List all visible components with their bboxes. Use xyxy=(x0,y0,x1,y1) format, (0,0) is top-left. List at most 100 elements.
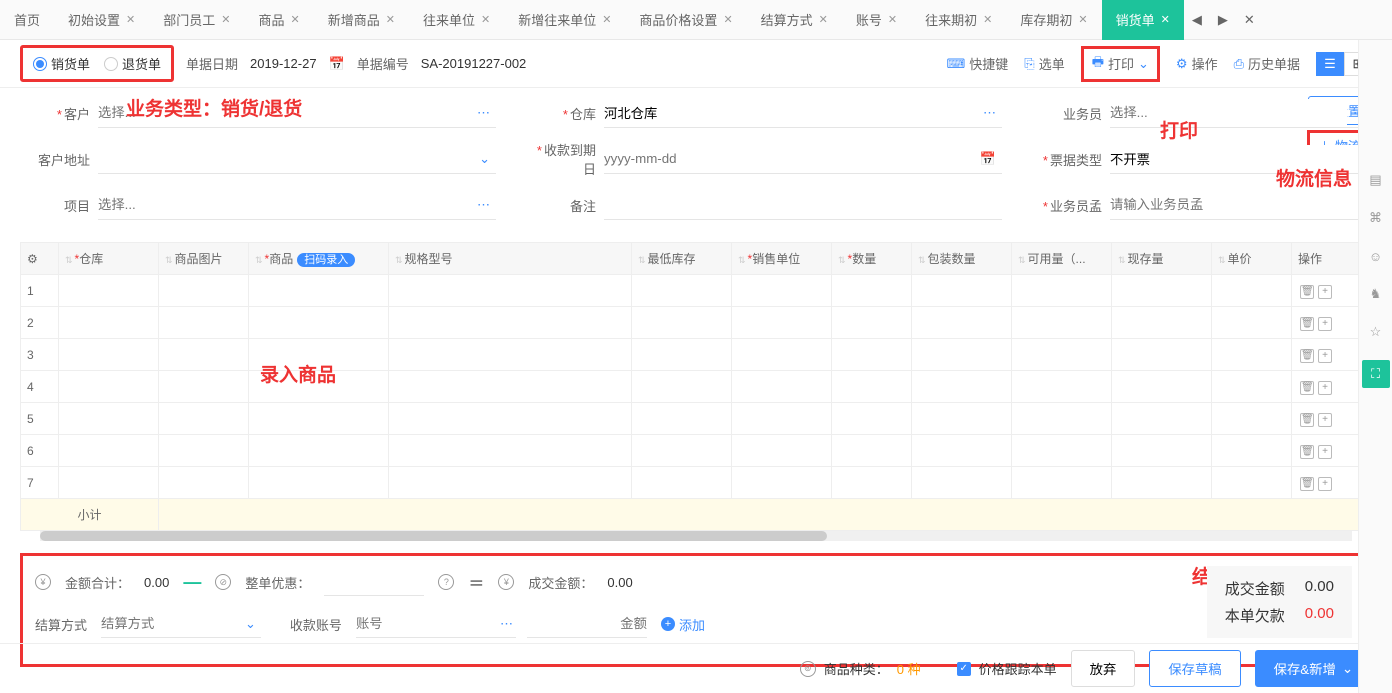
history-link[interactable]: ⎙历史单据 xyxy=(1234,54,1300,73)
tab-home[interactable]: 首页 xyxy=(0,0,54,40)
add-row-icon[interactable]: + xyxy=(1318,317,1332,331)
h-scrollbar[interactable] xyxy=(40,531,1352,541)
col-unit[interactable]: ⇅*销售单位 xyxy=(732,243,832,275)
delete-icon[interactable]: 🗑 xyxy=(1300,477,1314,491)
close-icon[interactable]: ✕ xyxy=(221,13,230,26)
more-icon[interactable]: ⋯ xyxy=(977,105,1002,121)
star-icon[interactable]: ☆ xyxy=(1366,322,1386,342)
close-icon[interactable]: ✕ xyxy=(723,13,732,26)
close-icon[interactable]: ✕ xyxy=(291,13,300,26)
checkbox-checked-icon[interactable]: ✓ xyxy=(957,662,971,676)
discount-input[interactable] xyxy=(324,568,424,596)
col-pack[interactable]: ⇅包装数量 xyxy=(912,243,1012,275)
link-icon[interactable]: ⌘ xyxy=(1366,208,1386,228)
delete-icon[interactable]: 🗑 xyxy=(1300,285,1314,299)
col-qty[interactable]: ⇅*数量 xyxy=(832,243,912,275)
tab-contactinit[interactable]: 往来期初✕ xyxy=(911,0,1006,40)
view-list-icon[interactable]: ☰ xyxy=(1316,52,1344,76)
quickkey-link[interactable]: ⌨快捷键 xyxy=(947,54,1009,73)
paydue-input[interactable] xyxy=(604,145,974,173)
addr-input[interactable] xyxy=(98,145,473,173)
tab-newcontact[interactable]: 新增往来单位✕ xyxy=(504,0,625,40)
radio-sale[interactable]: 销货单 xyxy=(33,54,90,73)
user-icon[interactable]: ☺ xyxy=(1366,246,1386,266)
expand-icon[interactable]: ⛶ xyxy=(1362,360,1390,388)
tab-dept[interactable]: 部门员工✕ xyxy=(149,0,244,40)
table-row[interactable]: 2🗑+ xyxy=(21,307,1372,339)
chevron-down-icon[interactable]: ⌄ xyxy=(473,151,496,167)
table-row[interactable]: 7🗑+ xyxy=(21,467,1372,499)
salesman-input[interactable] xyxy=(1110,99,1347,127)
close-icon[interactable]: ✕ xyxy=(819,13,828,26)
table-row[interactable]: 5🗑+ xyxy=(21,403,1372,435)
col-minstock[interactable]: ⇅最低库存 xyxy=(632,243,732,275)
add-row-icon[interactable]: + xyxy=(1318,445,1332,459)
tab-next-icon[interactable]: ▶ xyxy=(1210,12,1236,28)
delete-icon[interactable]: 🗑 xyxy=(1300,349,1314,363)
col-img[interactable]: ⇅商品图片 xyxy=(159,243,249,275)
tab-newgoods[interactable]: 新增商品✕ xyxy=(314,0,409,40)
operate-link[interactable]: ⚙操作 xyxy=(1176,54,1218,73)
close-icon[interactable]: ✕ xyxy=(386,13,395,26)
col-stock[interactable]: ⇅现存量 xyxy=(1112,243,1212,275)
add-row-icon[interactable]: + xyxy=(1318,349,1332,363)
delete-icon[interactable]: 🗑 xyxy=(1300,445,1314,459)
salesman-meng-input[interactable] xyxy=(1110,191,1372,219)
tab-goods[interactable]: 商品✕ xyxy=(244,0,313,40)
method-input[interactable] xyxy=(101,610,261,638)
robot-icon[interactable]: ♞ xyxy=(1366,284,1386,304)
tab-close-all-icon[interactable]: ✕ xyxy=(1236,12,1263,28)
radio-return[interactable]: 退货单 xyxy=(104,54,161,73)
select-bill-link[interactable]: ⎘选单 xyxy=(1024,54,1064,73)
add-line-button[interactable]: +添加 xyxy=(661,615,705,634)
add-row-icon[interactable]: + xyxy=(1318,477,1332,491)
close-icon[interactable]: ✕ xyxy=(126,13,135,26)
tab-price[interactable]: 商品价格设置✕ xyxy=(625,0,746,40)
col-gear[interactable]: ⚙ xyxy=(21,243,59,275)
col-warehouse[interactable]: ⇅*仓库 xyxy=(59,243,159,275)
col-spec[interactable]: ⇅规格型号 xyxy=(389,243,632,275)
tab-init[interactable]: 初始设置✕ xyxy=(54,0,149,40)
scan-button[interactable]: 扫码录入 xyxy=(297,253,355,267)
table-row[interactable]: 1🗑+ xyxy=(21,275,1372,307)
draft-button[interactable]: 保存草稿 xyxy=(1149,650,1240,687)
col-goods[interactable]: ⇅*商品扫码录入 xyxy=(249,243,389,275)
close-icon[interactable]: ✕ xyxy=(1078,13,1087,26)
account-input[interactable] xyxy=(356,610,516,638)
close-icon[interactable]: ✕ xyxy=(983,13,992,26)
tab-stockinit[interactable]: 库存期初✕ xyxy=(1006,0,1101,40)
delete-icon[interactable]: 🗑 xyxy=(1300,381,1314,395)
save-new-button[interactable]: 保存&新增⌄ xyxy=(1255,650,1372,687)
date-value[interactable]: 2019-12-27 xyxy=(250,56,317,71)
table-row[interactable]: 4🗑+ xyxy=(21,371,1372,403)
delete-icon[interactable]: 🗑 xyxy=(1300,317,1314,331)
project-input[interactable] xyxy=(98,191,471,219)
print-link[interactable]: 🖶打印⌄ xyxy=(1081,46,1160,82)
doc-icon[interactable]: ▤ xyxy=(1366,170,1386,190)
close-icon[interactable]: ✕ xyxy=(602,13,611,26)
help-icon[interactable]: ? xyxy=(438,574,454,590)
chevron-down-icon[interactable]: ⌄ xyxy=(245,616,256,632)
table-row[interactable]: 6🗑+ xyxy=(21,435,1372,467)
tab-settle[interactable]: 结算方式✕ xyxy=(747,0,842,40)
tab-prev-icon[interactable]: ◀ xyxy=(1184,12,1210,28)
remark-input[interactable] xyxy=(604,191,1002,219)
tab-acct[interactable]: 账号✕ xyxy=(842,0,911,40)
warehouse-input[interactable] xyxy=(604,99,977,127)
calendar-icon[interactable]: 📅 xyxy=(329,56,345,72)
tab-contact[interactable]: 往来单位✕ xyxy=(409,0,504,40)
add-row-icon[interactable]: + xyxy=(1318,285,1332,299)
amount-input[interactable] xyxy=(527,610,647,638)
more-icon[interactable]: ⋯ xyxy=(471,197,496,213)
table-row[interactable]: 3🗑+ xyxy=(21,339,1372,371)
close-icon[interactable]: ✕ xyxy=(481,13,490,26)
close-icon[interactable]: ✕ xyxy=(888,13,897,26)
delete-icon[interactable]: 🗑 xyxy=(1300,413,1314,427)
close-icon[interactable]: ✕ xyxy=(1161,13,1170,26)
more-icon[interactable]: ⋯ xyxy=(471,105,496,121)
tab-sale[interactable]: 销货单✕ xyxy=(1102,0,1184,40)
col-price[interactable]: ⇅单价 xyxy=(1212,243,1292,275)
add-row-icon[interactable]: + xyxy=(1318,381,1332,395)
add-row-icon[interactable]: + xyxy=(1318,413,1332,427)
more-icon[interactable]: ⋯ xyxy=(500,616,513,632)
